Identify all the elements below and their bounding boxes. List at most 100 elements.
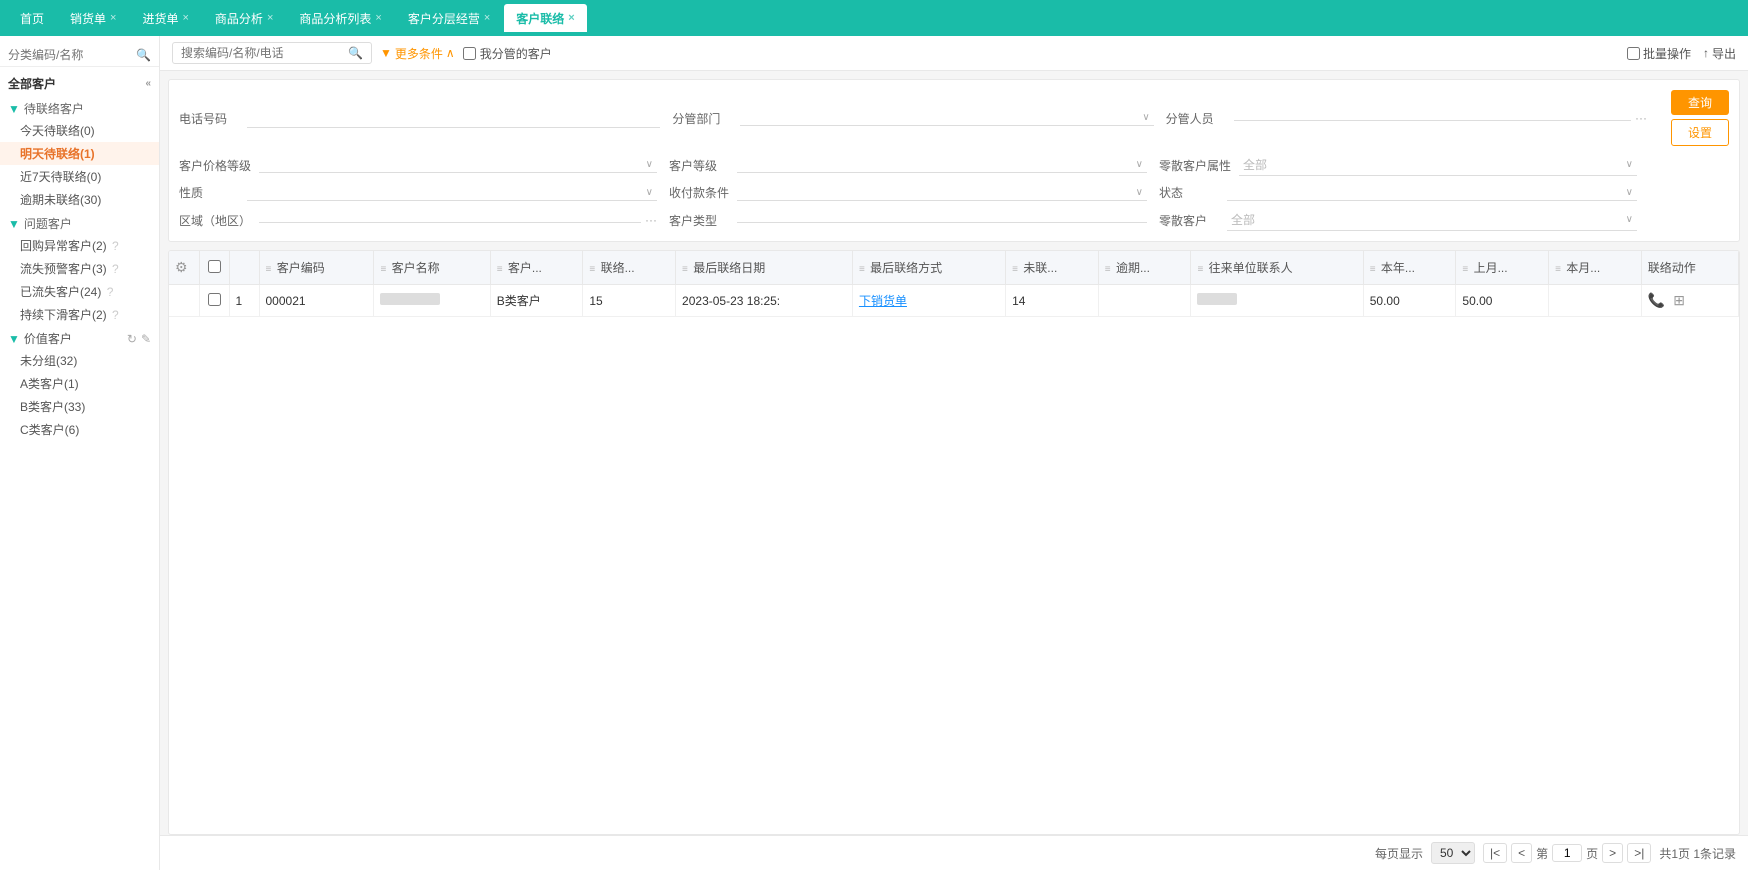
filter-price-level-select[interactable]: ∨ — [259, 157, 657, 173]
sidebar-item-churned[interactable]: 已流失客户(24) ? — [0, 280, 159, 303]
page-number-input[interactable] — [1552, 844, 1582, 862]
filter-retail-attr-value: 全部 — [1243, 156, 1267, 173]
nav-customer-contact-close[interactable]: × — [568, 12, 574, 24]
row-num-cell: 1 — [229, 285, 259, 317]
filter-status-select[interactable]: ∨ — [1227, 185, 1637, 201]
nav-item-customer-contact[interactable]: 客户联络 × — [504, 4, 586, 32]
nav-item-customer-segment[interactable]: 客户分层经营 × — [396, 4, 502, 32]
filter-phone-input[interactable] — [247, 109, 660, 128]
col-last-contact-method[interactable]: ≡ 最后联络方式 — [852, 251, 1005, 285]
filter-nature-select[interactable]: ∨ — [247, 185, 657, 201]
nav-product-analysis-list-close[interactable]: × — [375, 12, 381, 24]
nav-sales-close[interactable]: × — [110, 12, 116, 24]
nav-customer-segment-close[interactable]: × — [484, 12, 490, 24]
settings-button[interactable]: 设置 — [1671, 119, 1729, 146]
col-checkbox — [199, 251, 229, 285]
first-page-btn[interactable]: |< — [1483, 843, 1507, 863]
filter-dept-select[interactable]: ∨ — [740, 110, 1153, 126]
col-this-year[interactable]: ≡ 本年... — [1363, 251, 1456, 285]
filter-retail-customer-select[interactable]: 全部 ∨ — [1227, 209, 1637, 231]
sidebar-search-input[interactable] — [8, 48, 136, 62]
nav-item-product-analysis[interactable]: 商品分析 × — [203, 4, 285, 32]
page-size-select[interactable]: 50 — [1431, 842, 1475, 864]
all-customers-header[interactable]: 全部客户 « — [0, 71, 159, 96]
filter-row-2: 客户价格等级 ∨ 客户等级 ∨ 零散客户属性 全部 — [179, 154, 1729, 176]
more-conditions-btn[interactable]: ▼ 更多条件 ∧ — [380, 45, 455, 62]
churn-warning-help-icon[interactable]: ? — [112, 262, 119, 276]
my-customers-checkbox[interactable] — [463, 47, 476, 60]
nav-item-home[interactable]: 首页 — [8, 4, 56, 32]
filter-customer-type-select[interactable] — [737, 218, 1147, 223]
col-last-contact-date[interactable]: ≡ 最后联络日期 — [676, 251, 853, 285]
nav-item-sales[interactable]: 销货单 × — [58, 4, 128, 32]
col-last-contact-method-label: 最后联络方式 — [870, 261, 942, 275]
row-no-contact-cell: 14 — [1006, 285, 1099, 317]
filter-region-dots[interactable]: ··· — [645, 213, 657, 227]
toolbar: 🔍 ▼ 更多条件 ∧ 我分管的客户 批量操作 ↑ 导出 — [160, 36, 1748, 71]
problem-group-title[interactable]: ▼ 问题客户 — [0, 211, 159, 234]
filter-retail-attr-select[interactable]: 全部 ∨ — [1239, 154, 1637, 176]
footer: 每页显示 50 |< < 第 页 > >| 共1页 1条记录 — [160, 835, 1748, 870]
sidebar-search-icon[interactable]: 🔍 — [136, 48, 151, 62]
select-all-checkbox[interactable] — [208, 260, 221, 273]
filter-person-dots[interactable]: ··· — [1635, 111, 1647, 125]
col-last-month[interactable]: ≡ 上月... — [1456, 251, 1549, 285]
col-this-month[interactable]: ≡ 本月... — [1549, 251, 1642, 285]
col-contacts[interactable]: ≡ 联络... — [583, 251, 676, 285]
row-phone-icon[interactable]: 📞 — [1648, 292, 1665, 309]
sidebar-item-b-class[interactable]: B类客户(33) — [0, 395, 159, 418]
sidebar-item-a-class[interactable]: A类客户(1) — [0, 372, 159, 395]
next-page-btn[interactable]: > — [1602, 843, 1623, 863]
col-customer-name[interactable]: ≡ 客户名称 — [374, 251, 490, 285]
filter-phone-label: 电话号码 — [179, 110, 239, 127]
last-page-btn[interactable]: >| — [1627, 843, 1651, 863]
row-gear-cell — [169, 285, 199, 317]
col-no-contact[interactable]: ≡ 未联... — [1006, 251, 1099, 285]
table-settings-gear-icon[interactable]: ⚙ — [175, 259, 188, 275]
filter-region-select[interactable] — [259, 218, 641, 223]
batch-ops-checkbox[interactable] — [1627, 47, 1640, 60]
col-contacts-person[interactable]: ≡ 往来单位联系人 — [1191, 251, 1363, 285]
repurchase-help-icon[interactable]: ? — [112, 239, 119, 253]
batch-ops-btn[interactable]: 批量操作 — [1627, 45, 1691, 62]
filter-customer-type: 客户类型 — [669, 212, 1147, 229]
sidebar-item-repurchase-abnormal[interactable]: 回购异常客户(2) ? — [0, 234, 159, 257]
col-no-contact-label: 未联... — [1023, 261, 1057, 275]
filter-customer-level-select[interactable]: ∨ — [737, 157, 1147, 173]
churned-help-icon[interactable]: ? — [107, 285, 114, 299]
declining-help-icon[interactable]: ? — [112, 308, 119, 322]
col-customer-type[interactable]: ≡ 客户... — [490, 251, 583, 285]
prev-page-btn[interactable]: < — [1511, 843, 1532, 863]
sidebar-item-today-pending[interactable]: 今天待联络(0) — [0, 119, 159, 142]
sidebar-item-c-class[interactable]: C类客户(6) — [0, 418, 159, 441]
row-last-contact-method-cell[interactable]: 下销货单 — [852, 285, 1005, 317]
nav-item-product-analysis-list[interactable]: 商品分析列表 × — [287, 4, 393, 32]
sidebar-item-ungrouped[interactable]: 未分组(32) — [0, 349, 159, 372]
sidebar-item-tomorrow-pending[interactable]: 明天待联络(1) — [0, 142, 159, 165]
search-button[interactable]: 🔍 — [348, 46, 363, 60]
row-checkbox[interactable] — [208, 293, 221, 306]
query-button[interactable]: 查询 — [1671, 90, 1729, 115]
nav-product-analysis-label: 商品分析 — [215, 10, 263, 27]
filter-region-label: 区域（地区） — [179, 212, 251, 229]
value-group-edit-icon[interactable]: ✎ — [141, 332, 151, 346]
nav-customer-segment-label: 客户分层经营 — [408, 10, 480, 27]
search-input[interactable] — [181, 46, 348, 60]
pending-group-title[interactable]: ▼ 待联络客户 — [0, 96, 159, 119]
col-customer-code[interactable]: ≡ 客户编码 — [259, 251, 374, 285]
col-overdue[interactable]: ≡ 逾期... — [1098, 251, 1191, 285]
export-button[interactable]: ↑ 导出 — [1703, 45, 1736, 62]
filter-person-select[interactable] — [1234, 116, 1631, 121]
sidebar-item-declining[interactable]: 持续下滑客户(2) ? — [0, 303, 159, 326]
sidebar-item-churn-warning[interactable]: 流失预警客户(3) ? — [0, 257, 159, 280]
row-grid-icon[interactable]: ⊞ — [1673, 292, 1685, 309]
nav-item-purchase[interactable]: 进货单 × — [130, 4, 200, 32]
sidebar-item-overdue-pending[interactable]: 逾期未联络(30) — [0, 188, 159, 211]
col-contact-action-label: 联络动作 — [1648, 261, 1696, 275]
sidebar-item-week-pending[interactable]: 近7天待联络(0) — [0, 165, 159, 188]
filter-payment-select[interactable]: ∨ — [737, 185, 1147, 201]
all-customers-label: 全部客户 — [8, 75, 56, 92]
nav-product-analysis-close[interactable]: × — [267, 12, 273, 24]
value-group-refresh-icon[interactable]: ↻ — [127, 332, 137, 346]
nav-purchase-close[interactable]: × — [182, 12, 188, 24]
